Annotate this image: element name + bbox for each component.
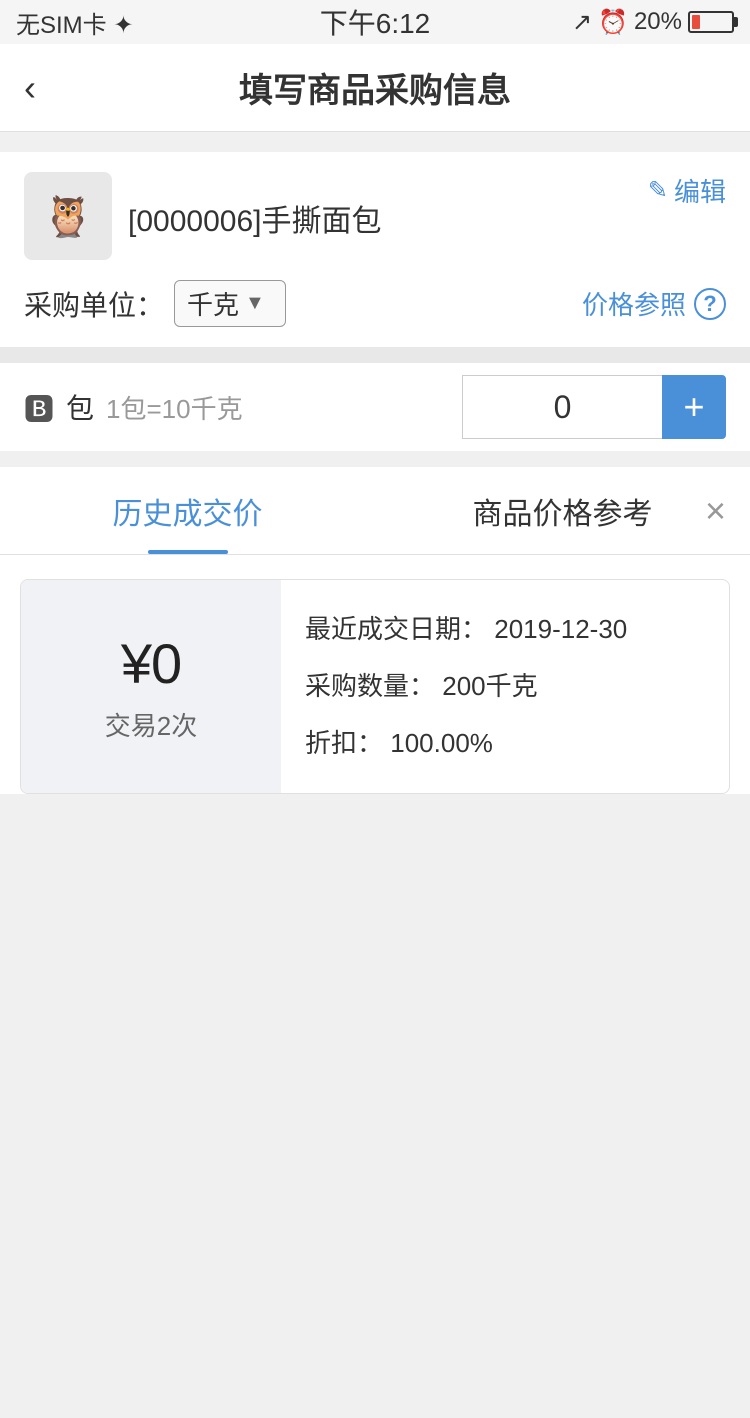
product-left: 🦉 [0000006]手撕面包 — [24, 172, 381, 260]
status-time: 下午6:12 — [320, 2, 431, 42]
transaction-right: 最近成交日期： 2019-12-30 采购数量： 200千克 折扣： 100.0… — [281, 580, 729, 793]
product-card: 🦉 [0000006]手撕面包 ✎ 编辑 采购单位： 千克 ▼ 价格参照 ? — [0, 152, 750, 347]
tabs-panel: 历史成交价 商品价格参考 × ¥0 交易2次 最近成交日期： 2019-12-3… — [0, 467, 750, 794]
discount-value: 100.00% — [390, 728, 493, 758]
quantity-input[interactable]: 0 — [462, 375, 662, 439]
section-divider — [0, 347, 750, 363]
tab-close-button[interactable]: × — [705, 493, 726, 529]
purchase-quantity-label: 采购数量： — [305, 671, 435, 701]
unit-label-text: 采购单位： — [24, 284, 164, 324]
product-name: [0000006]手撕面包 — [128, 196, 381, 240]
recent-date-value: 2019-12-30 — [494, 614, 627, 644]
bag-icon: 🅱 — [24, 385, 54, 429]
unit-label: 采购单位： 千克 ▼ — [24, 280, 286, 327]
quantity-label: 🅱 包 1包=10千克 — [24, 385, 243, 429]
carrier-text: 无SIM卡 ✦ — [16, 5, 133, 40]
discount-label: 折扣： — [305, 728, 383, 758]
discount-row: 折扣： 100.00% — [305, 724, 705, 763]
price-ref-label: 价格参照 — [582, 285, 686, 322]
price-reference-button[interactable]: 价格参照 ? — [582, 285, 726, 322]
product-thumb-icon: 🦉 — [43, 193, 93, 240]
location-icon: ↗ — [572, 8, 592, 37]
unit-value: 千克 — [187, 285, 239, 322]
transaction-count: 交易2次 — [105, 706, 197, 743]
purchase-quantity-row: 采购数量： 200千克 — [305, 667, 705, 706]
purchase-quantity-value: 200千克 — [442, 671, 537, 701]
tabs-header: 历史成交价 商品价格参考 × — [0, 467, 750, 555]
unit-select[interactable]: 千克 ▼ — [174, 280, 286, 327]
nav-bar: ‹ 填写商品采购信息 — [0, 44, 750, 132]
recent-date-label: 最近成交日期： — [305, 614, 487, 644]
dropdown-arrow-icon: ▼ — [245, 292, 265, 315]
status-bar: 无SIM卡 ✦ 下午6:12 ↗ ⏰ 20% — [0, 0, 750, 44]
product-unit-row: 采购单位： 千克 ▼ 价格参照 ? — [24, 280, 726, 327]
quantity-control: 0 + — [462, 375, 726, 439]
battery-text: 20% — [634, 8, 682, 36]
tab-price-ref-label: 商品价格参考 — [473, 489, 653, 533]
transaction-price: ¥0 — [121, 631, 181, 696]
tab-history-label: 历史成交价 — [113, 489, 263, 533]
tab-active-underline — [148, 550, 228, 554]
edit-label: 编辑 — [674, 172, 726, 209]
product-header: 🦉 [0000006]手撕面包 ✎ 编辑 — [24, 172, 726, 260]
bag-label: 包 — [66, 387, 94, 427]
help-icon: ? — [694, 288, 726, 320]
tab-history-price[interactable]: 历史成交价 — [0, 467, 375, 554]
bag-unit-text: 1包=10千克 — [106, 389, 243, 426]
quantity-row: 🅱 包 1包=10千克 0 + — [0, 363, 750, 451]
recent-date-row: 最近成交日期： 2019-12-30 — [305, 610, 705, 649]
edit-icon: ✎ — [648, 176, 668, 205]
status-carrier: 无SIM卡 ✦ — [16, 5, 133, 40]
transaction-card: ¥0 交易2次 最近成交日期： 2019-12-30 采购数量： 200千克 折… — [20, 579, 730, 794]
status-right: ↗ ⏰ 20% — [572, 8, 734, 37]
alarm-icon: ⏰ — [598, 8, 628, 37]
quantity-plus-button[interactable]: + — [662, 375, 726, 439]
transaction-left: ¥0 交易2次 — [21, 580, 281, 793]
main-content-area — [0, 818, 750, 1418]
back-button[interactable]: ‹ — [24, 67, 36, 109]
battery-icon — [688, 11, 734, 33]
quantity-value: 0 — [554, 389, 572, 426]
page-title: 填写商品采购信息 — [239, 63, 511, 112]
product-thumbnail: 🦉 — [24, 172, 112, 260]
edit-button[interactable]: ✎ 编辑 — [648, 172, 726, 209]
tab-product-price-ref[interactable]: 商品价格参考 — [375, 467, 750, 554]
